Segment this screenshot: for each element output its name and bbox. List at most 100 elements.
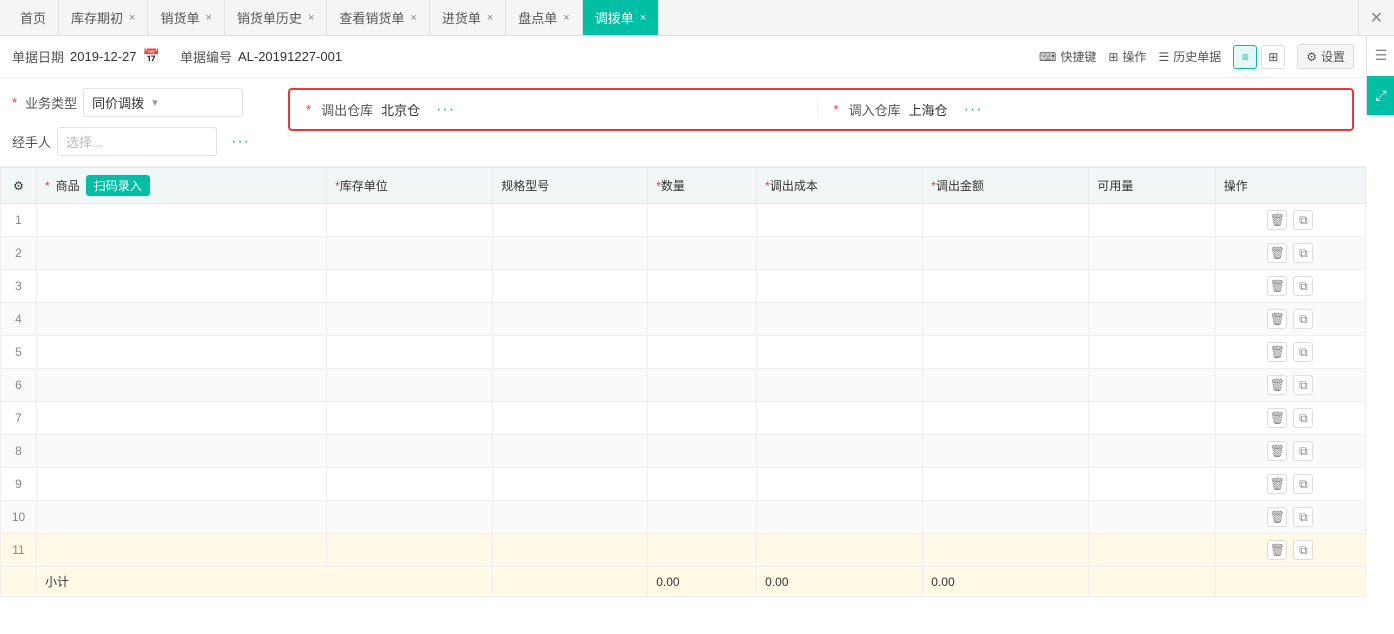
handler-select[interactable]: 选择... bbox=[57, 127, 217, 156]
cell-unit-11[interactable] bbox=[327, 534, 493, 567]
cell-unit-5[interactable] bbox=[327, 336, 493, 369]
cell-available-8[interactable] bbox=[1089, 435, 1215, 468]
cell-spec-6[interactable] bbox=[493, 369, 648, 402]
sidebar-list-icon[interactable]: ☰ bbox=[1367, 36, 1394, 76]
toolbar-icon-list[interactable]: ≡ bbox=[1233, 45, 1257, 69]
calendar-icon[interactable]: 📅 bbox=[143, 48, 160, 65]
handler-more-button[interactable]: ··· bbox=[231, 133, 250, 151]
cell-cost-4[interactable] bbox=[757, 303, 923, 336]
delete-icon-8[interactable]: 🗑 bbox=[1267, 441, 1287, 461]
delete-icon-6[interactable]: 🗑 bbox=[1267, 375, 1287, 395]
cell-cost-9[interactable] bbox=[757, 468, 923, 501]
operation-button[interactable]: ⊞ 操作 bbox=[1108, 48, 1146, 65]
delete-icon-2[interactable]: 🗑 bbox=[1267, 243, 1287, 263]
cell-unit-3[interactable] bbox=[327, 270, 493, 303]
cell-amount-11[interactable] bbox=[923, 534, 1089, 567]
settings-button[interactable]: ⚙ 设置 bbox=[1297, 44, 1354, 69]
tab-sales-order[interactable]: 销货单× bbox=[148, 0, 224, 35]
cell-cost-3[interactable] bbox=[757, 270, 923, 303]
delete-icon-4[interactable]: 🗑 bbox=[1267, 309, 1287, 329]
cell-product-8[interactable] bbox=[37, 435, 327, 468]
history-button[interactable]: ☰ 历史单据 bbox=[1158, 48, 1221, 65]
copy-icon-6[interactable]: ⧉ bbox=[1293, 375, 1313, 395]
copy-icon-8[interactable]: ⧉ bbox=[1293, 441, 1313, 461]
cell-amount-10[interactable] bbox=[923, 501, 1089, 534]
window-close-button[interactable]: ✕ bbox=[1358, 0, 1394, 36]
cell-quantity-3[interactable] bbox=[648, 270, 757, 303]
cell-unit-6[interactable] bbox=[327, 369, 493, 402]
cell-quantity-2[interactable] bbox=[648, 237, 757, 270]
cell-available-4[interactable] bbox=[1089, 303, 1215, 336]
tab-close-purchase-order[interactable]: × bbox=[487, 12, 493, 24]
cell-quantity-10[interactable] bbox=[648, 501, 757, 534]
cell-available-1[interactable] bbox=[1089, 204, 1215, 237]
delete-icon-1[interactable]: 🗑 bbox=[1267, 210, 1287, 230]
transfer-out-more-button[interactable]: ··· bbox=[436, 101, 455, 119]
toolbar-icon-grid[interactable]: ⊞ bbox=[1261, 45, 1285, 69]
sidebar-expand-icon[interactable]: ⤢ bbox=[1367, 76, 1394, 116]
tab-inventory-check[interactable]: 盘点单× bbox=[506, 0, 582, 35]
cell-unit-9[interactable] bbox=[327, 468, 493, 501]
cell-spec-4[interactable] bbox=[493, 303, 648, 336]
cell-unit-1[interactable] bbox=[327, 204, 493, 237]
tab-view-sales[interactable]: 查看销货单× bbox=[327, 0, 429, 35]
cell-spec-11[interactable] bbox=[493, 534, 648, 567]
copy-icon-7[interactable]: ⧉ bbox=[1293, 408, 1313, 428]
delete-icon-11[interactable]: 🗑 bbox=[1267, 540, 1287, 560]
cell-cost-1[interactable] bbox=[757, 204, 923, 237]
cell-unit-10[interactable] bbox=[327, 501, 493, 534]
cell-cost-6[interactable] bbox=[757, 369, 923, 402]
tab-transfer-order[interactable]: 调拨单× bbox=[583, 0, 659, 35]
cell-available-5[interactable] bbox=[1089, 336, 1215, 369]
cell-amount-7[interactable] bbox=[923, 402, 1089, 435]
cell-quantity-11[interactable] bbox=[648, 534, 757, 567]
cell-amount-3[interactable] bbox=[923, 270, 1089, 303]
cell-cost-8[interactable] bbox=[757, 435, 923, 468]
copy-icon-3[interactable]: ⧉ bbox=[1293, 276, 1313, 296]
cell-quantity-6[interactable] bbox=[648, 369, 757, 402]
cell-quantity-5[interactable] bbox=[648, 336, 757, 369]
cell-product-4[interactable] bbox=[37, 303, 327, 336]
copy-icon-11[interactable]: ⧉ bbox=[1293, 540, 1313, 560]
cell-spec-2[interactable] bbox=[493, 237, 648, 270]
copy-icon-9[interactable]: ⧉ bbox=[1293, 474, 1313, 494]
copy-icon-2[interactable]: ⧉ bbox=[1293, 243, 1313, 263]
copy-icon-4[interactable]: ⧉ bbox=[1293, 309, 1313, 329]
cell-amount-2[interactable] bbox=[923, 237, 1089, 270]
tab-purchase-order[interactable]: 进货单× bbox=[430, 0, 506, 35]
tab-home[interactable]: 首页 bbox=[8, 0, 59, 35]
cell-quantity-4[interactable] bbox=[648, 303, 757, 336]
cell-product-3[interactable] bbox=[37, 270, 327, 303]
cell-cost-5[interactable] bbox=[757, 336, 923, 369]
tab-close-sales-history[interactable]: × bbox=[308, 12, 314, 24]
cell-product-10[interactable] bbox=[37, 501, 327, 534]
delete-icon-7[interactable]: 🗑 bbox=[1267, 408, 1287, 428]
business-type-select[interactable]: 同价调拨 ▾ bbox=[83, 88, 243, 117]
delete-icon-3[interactable]: 🗑 bbox=[1267, 276, 1287, 296]
cell-cost-10[interactable] bbox=[757, 501, 923, 534]
cell-product-7[interactable] bbox=[37, 402, 327, 435]
delete-icon-5[interactable]: 🗑 bbox=[1267, 342, 1287, 362]
cell-product-6[interactable] bbox=[37, 369, 327, 402]
cell-cost-11[interactable] bbox=[757, 534, 923, 567]
delete-icon-9[interactable]: 🗑 bbox=[1267, 474, 1287, 494]
cell-spec-5[interactable] bbox=[493, 336, 648, 369]
tab-close-inventory-check[interactable]: × bbox=[563, 12, 569, 24]
copy-icon-10[interactable]: ⧉ bbox=[1293, 507, 1313, 527]
cell-product-2[interactable] bbox=[37, 237, 327, 270]
th-settings[interactable]: ⚙ bbox=[1, 168, 37, 204]
cell-unit-8[interactable] bbox=[327, 435, 493, 468]
cell-available-11[interactable] bbox=[1089, 534, 1215, 567]
table-scroll[interactable]: ⚙ * 商品 扫码录入 *库存单位 规格型号 *数量 *调出成本 *调出 bbox=[0, 167, 1366, 629]
cell-spec-1[interactable] bbox=[493, 204, 648, 237]
cell-unit-7[interactable] bbox=[327, 402, 493, 435]
cell-available-9[interactable] bbox=[1089, 468, 1215, 501]
cell-spec-7[interactable] bbox=[493, 402, 648, 435]
delete-icon-10[interactable]: 🗑 bbox=[1267, 507, 1287, 527]
cell-product-1[interactable] bbox=[37, 204, 327, 237]
copy-icon-1[interactable]: ⧉ bbox=[1293, 210, 1313, 230]
copy-icon-5[interactable]: ⧉ bbox=[1293, 342, 1313, 362]
cell-spec-9[interactable] bbox=[493, 468, 648, 501]
scan-entry-button[interactable]: 扫码录入 bbox=[86, 175, 150, 196]
tab-inventory-init[interactable]: 库存期初× bbox=[59, 0, 148, 35]
